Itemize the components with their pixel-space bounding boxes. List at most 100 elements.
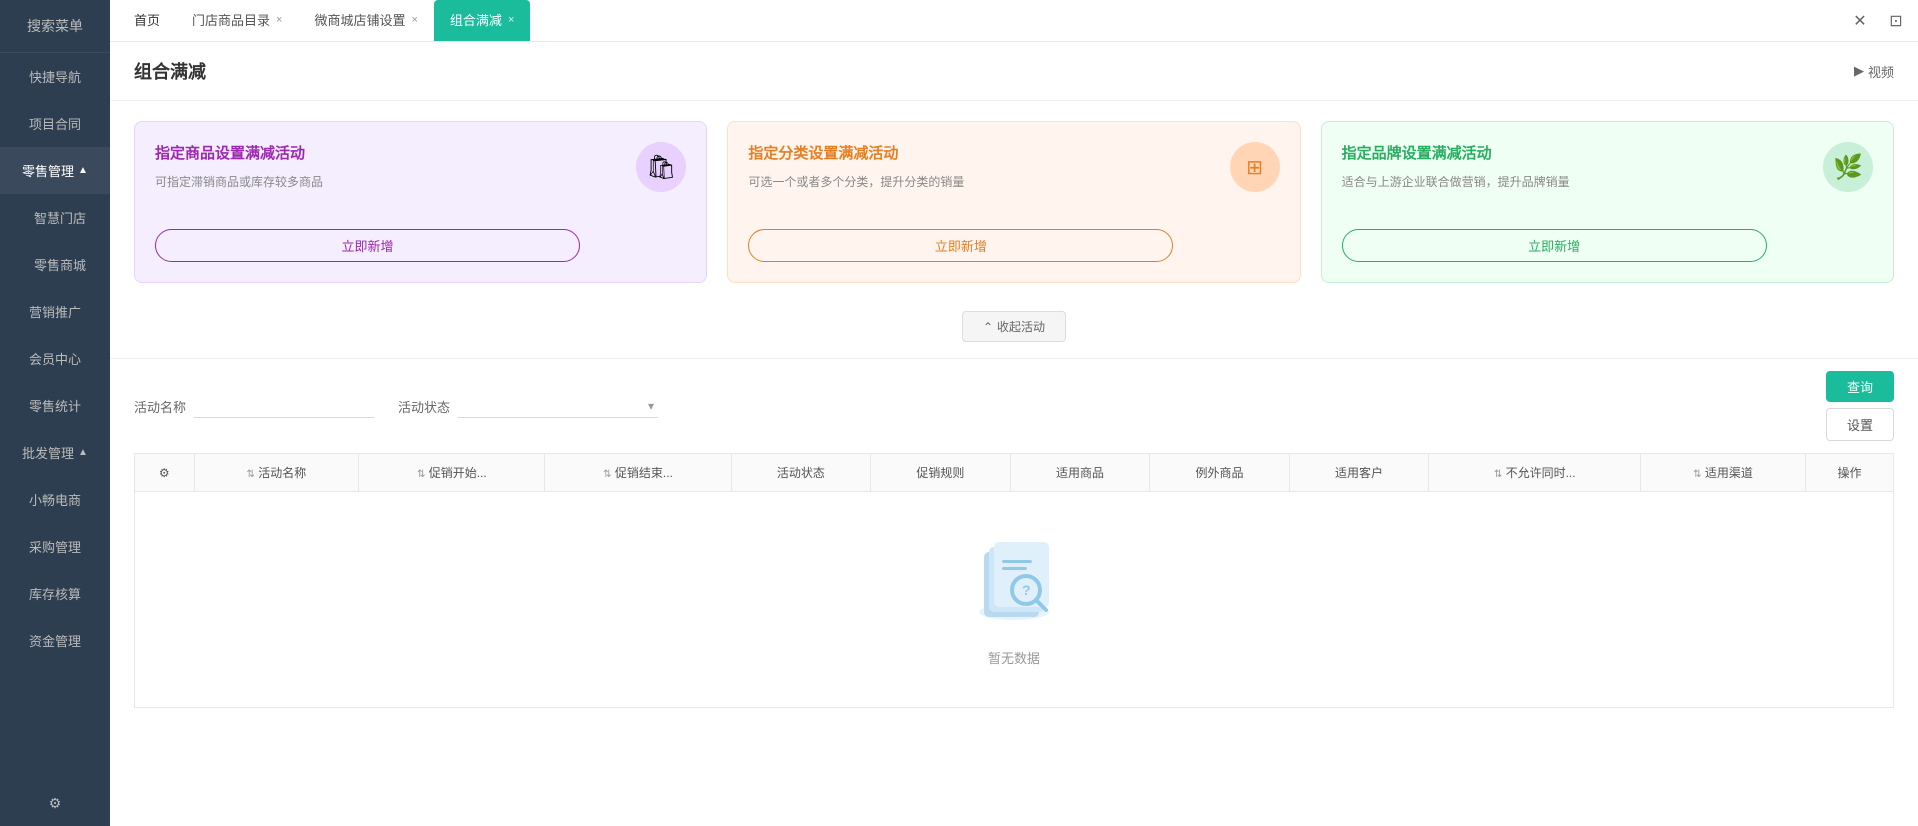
col-applicable-channel-label: 适用渠道 xyxy=(1705,466,1753,480)
promo-card-brand: 🌿 指定品牌设置满减活动 适合与上游企业联合做营销，提升品牌销量 立即新增 xyxy=(1321,121,1894,283)
tab-home-label: 首页 xyxy=(134,10,160,29)
sidebar-item-label: 零售商城 xyxy=(34,255,86,274)
col-applicable-goods: 适用商品 xyxy=(1010,454,1150,492)
sidebar-item-label: 零售管理 xyxy=(22,161,74,180)
sidebar-item-project-contract[interactable]: 项目合同 xyxy=(0,100,110,147)
sidebar: 搜索菜单 快捷导航 项目合同 零售管理 ▲ 智慧门店 零售商城 营销推广 会员中… xyxy=(0,0,110,826)
chevron-up-icon: ▲ xyxy=(78,165,88,176)
col-promo-rules: 促销规则 xyxy=(871,454,1011,492)
product-card-add-button[interactable]: 立即新增 xyxy=(155,229,580,262)
filter-activity-status: 活动状态 进行中 已结束 未开始 ▾ xyxy=(398,394,658,418)
data-table: ⚙ ⇅ 活动名称 ⇅ 促销开始... ⇅ 促销结束... xyxy=(134,453,1894,708)
sort-icon[interactable]: ⇅ xyxy=(1494,469,1502,480)
settings-button[interactable]: 设置 xyxy=(1826,408,1894,441)
brand-card-add-button[interactable]: 立即新增 xyxy=(1342,229,1767,262)
sidebar-item-xiaochangec[interactable]: 小畅电商 xyxy=(0,476,110,523)
col-activity-status-label: 活动状态 xyxy=(777,466,825,480)
tab-bar-right: ✕ ⊡ xyxy=(1846,7,1910,35)
col-exception-goods-label: 例外商品 xyxy=(1195,466,1243,480)
sort-icon[interactable]: ⇅ xyxy=(247,469,255,480)
brand-card-icon: 🌿 xyxy=(1823,142,1873,192)
col-exception-goods: 例外商品 xyxy=(1150,454,1290,492)
sidebar-item-label: 资金管理 xyxy=(29,631,81,650)
page-header: 组合满减 ▶ 视频 xyxy=(110,42,1918,101)
sidebar-settings-button[interactable]: ⚙ xyxy=(0,781,110,826)
col-activity-name-label: 活动名称 xyxy=(258,466,306,480)
col-operations-label: 操作 xyxy=(1837,466,1861,480)
col-applicable-goods-label: 适用商品 xyxy=(1056,466,1104,480)
sidebar-item-label: 零售统计 xyxy=(29,396,81,415)
sidebar-item-fund-management[interactable]: 资金管理 xyxy=(0,617,110,664)
sidebar-item-smart-store[interactable]: 智慧门店 xyxy=(0,194,110,241)
sidebar-item-marketing[interactable]: 营销推广 xyxy=(0,288,110,335)
activity-status-select[interactable]: 进行中 已结束 未开始 xyxy=(458,394,658,418)
sidebar-item-label: 小畅电商 xyxy=(29,490,81,509)
col-settings[interactable]: ⚙ xyxy=(135,454,195,492)
chevron-up-icon: ⌃ xyxy=(983,320,993,334)
category-card-icon: ⊞ xyxy=(1230,142,1280,192)
filter-activity-name: 活动名称 xyxy=(134,394,374,418)
tab-home[interactable]: 首页 xyxy=(118,0,176,41)
sidebar-item-label: 会员中心 xyxy=(29,349,81,368)
sidebar-item-label: 采购管理 xyxy=(29,537,81,556)
sidebar-item-label: 智慧门店 xyxy=(34,208,86,227)
col-promo-end: ⇅ 促销结束... xyxy=(545,454,731,492)
sidebar-item-quick-nav[interactable]: 快捷导航 xyxy=(0,53,110,100)
tab-store-catalog[interactable]: 门店商品目录 × xyxy=(176,0,298,41)
sidebar-item-label: 库存核算 xyxy=(29,584,81,603)
tab-combo-discount[interactable]: 组合满减 × xyxy=(434,0,530,41)
product-card-desc: 可指定滞销商品或库存较多商品 xyxy=(155,173,686,209)
sidebar-search[interactable]: 搜索菜单 xyxy=(0,0,110,53)
activity-name-label: 活动名称 xyxy=(134,397,186,416)
activity-status-select-wrapper: 进行中 已结束 未开始 ▾ xyxy=(458,394,658,418)
table-header: ⚙ ⇅ 活动名称 ⇅ 促销开始... ⇅ 促销结束... xyxy=(135,454,1894,492)
sidebar-item-purchase-management[interactable]: 采购管理 xyxy=(0,523,110,570)
sort-icon[interactable]: ⇅ xyxy=(1693,469,1701,480)
col-applicable-channel: ⇅ 适用渠道 xyxy=(1641,454,1806,492)
empty-state-row: ? 暂无数据 xyxy=(135,492,1894,708)
sort-icon[interactable]: ⇅ xyxy=(417,469,425,480)
chevron-down-icon: ▲ xyxy=(78,447,88,458)
sidebar-item-retail-stats[interactable]: 零售统计 xyxy=(0,382,110,429)
collapse-activities-button[interactable]: ⌃ 收起活动 xyxy=(962,311,1066,342)
promo-card-category: ⊞ 指定分类设置满减活动 可选一个或者多个分类，提升分类的销量 立即新增 xyxy=(727,121,1300,283)
tab-bar: 首页 门店商品目录 × 微商城店铺设置 × 组合满减 × ✕ ⊡ xyxy=(110,0,1918,42)
query-button[interactable]: 查询 xyxy=(1826,371,1894,402)
svg-text:?: ? xyxy=(1022,582,1031,598)
empty-state-icon: ? xyxy=(964,532,1064,632)
settings-icon: ⚙ xyxy=(159,466,170,480)
close-tab-store-catalog[interactable]: × xyxy=(276,14,282,26)
restore-window-icon[interactable]: ⊡ xyxy=(1882,7,1910,35)
sidebar-item-inventory-reconcile[interactable]: 库存核算 xyxy=(0,570,110,617)
product-card-icon: 🛍 xyxy=(636,142,686,192)
empty-state-text: 暂无数据 xyxy=(135,648,1893,667)
category-card-add-button[interactable]: 立即新增 xyxy=(748,229,1173,262)
col-promo-start: ⇅ 促销开始... xyxy=(359,454,545,492)
close-tab-wechat-store-settings[interactable]: × xyxy=(411,14,417,26)
sidebar-item-member-center[interactable]: 会员中心 xyxy=(0,335,110,382)
sidebar-item-label: 批发管理 xyxy=(22,443,74,462)
activity-status-label: 活动状态 xyxy=(398,397,450,416)
close-window-icon[interactable]: ✕ xyxy=(1846,7,1874,35)
page-content: 组合满减 ▶ 视频 🛍 指定商品设置满减活动 可指定滞销商品或库存较多商品 立即… xyxy=(110,42,1918,826)
tab-store-catalog-label: 门店商品目录 xyxy=(192,10,270,29)
gear-icon: ⚙ xyxy=(49,795,62,811)
sidebar-item-retail-mall[interactable]: 零售商城 xyxy=(0,241,110,288)
empty-state: ? 暂无数据 xyxy=(135,492,1893,707)
video-link[interactable]: ▶ 视频 xyxy=(1854,62,1894,81)
video-link-label: 视频 xyxy=(1868,62,1894,81)
sort-icon[interactable]: ⇅ xyxy=(603,469,611,480)
col-no-concurrent-label: 不允许同时... xyxy=(1506,466,1576,480)
collapse-btn-label: 收起活动 xyxy=(997,318,1045,335)
activity-name-input[interactable] xyxy=(194,394,374,418)
sidebar-item-wholesale-management[interactable]: 批发管理 ▲ xyxy=(0,429,110,476)
sidebar-item-retail-management[interactable]: 零售管理 ▲ xyxy=(0,147,110,194)
category-card-title: 指定分类设置满减活动 xyxy=(748,142,1279,163)
tab-wechat-store-settings[interactable]: 微商城店铺设置 × xyxy=(298,0,433,41)
page-title: 组合满减 xyxy=(134,58,206,84)
col-no-concurrent: ⇅ 不允许同时... xyxy=(1429,454,1641,492)
category-card-desc: 可选一个或者多个分类，提升分类的销量 xyxy=(748,173,1279,209)
close-tab-combo-discount[interactable]: × xyxy=(508,14,514,26)
table-header-row: ⚙ ⇅ 活动名称 ⇅ 促销开始... ⇅ 促销结束... xyxy=(135,454,1894,492)
sidebar-item-label: 快捷导航 xyxy=(29,67,81,86)
